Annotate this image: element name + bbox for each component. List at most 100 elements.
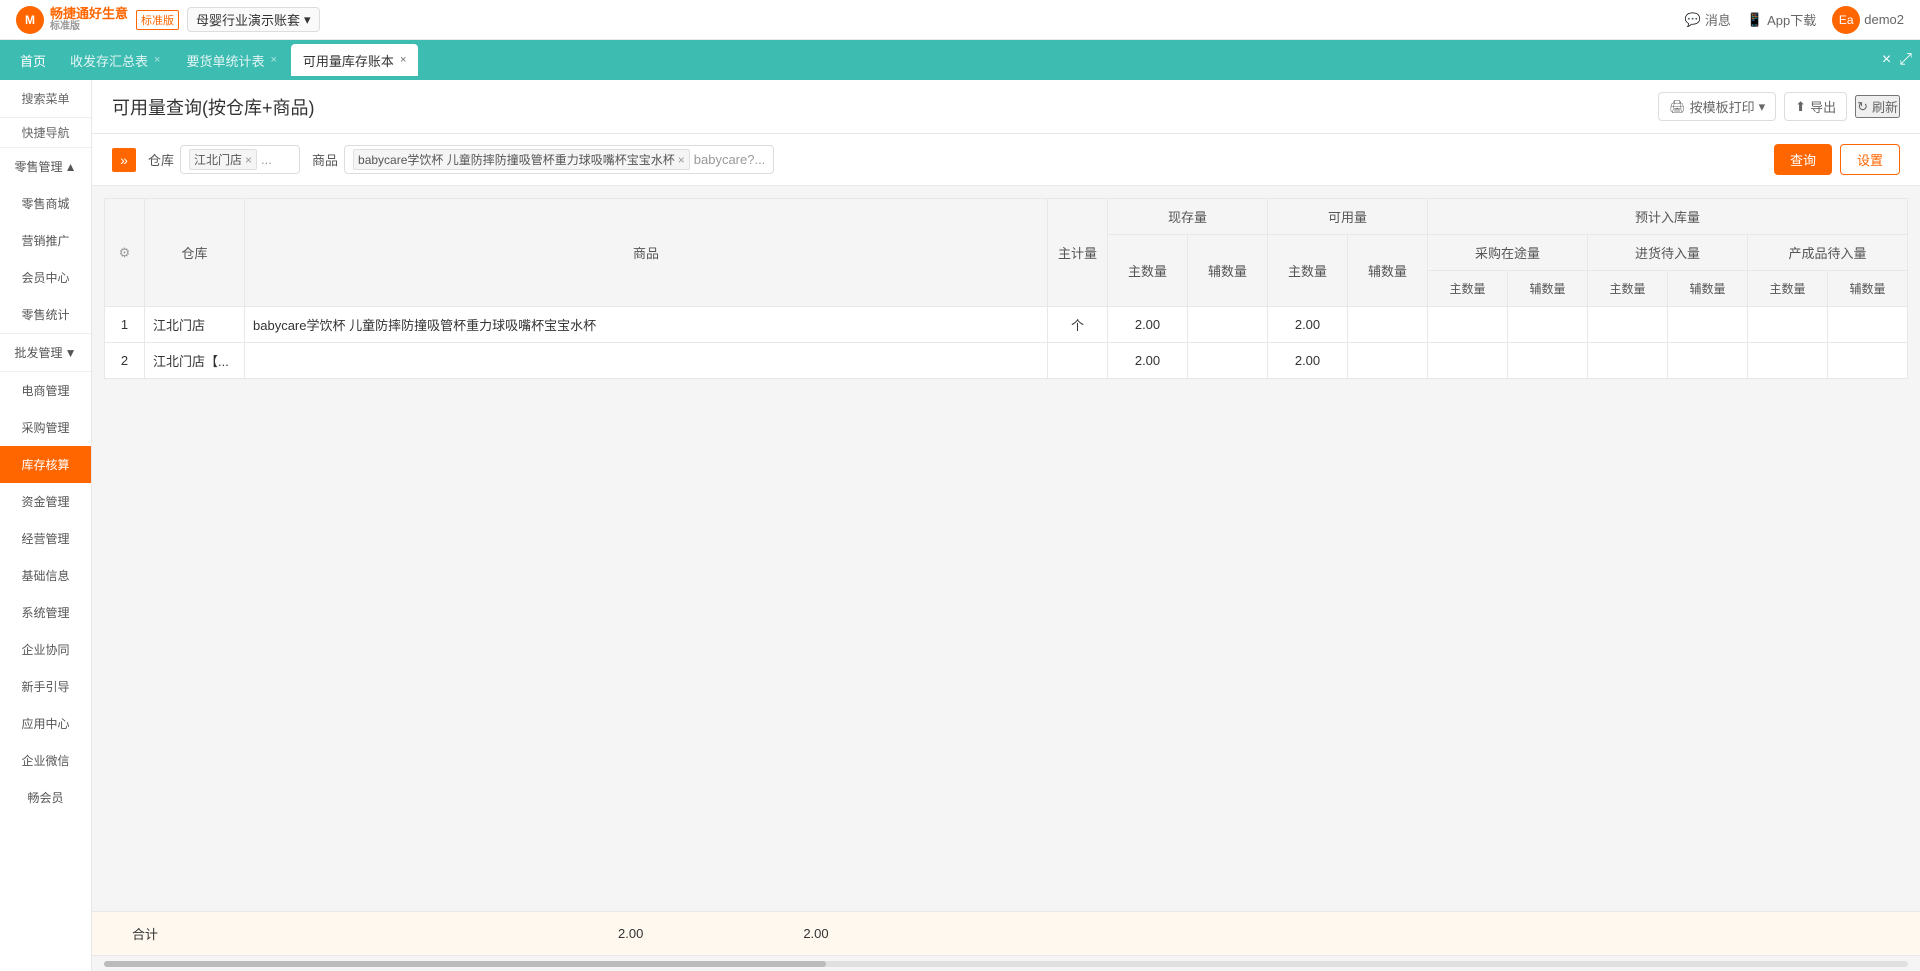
sidebar-item-member[interactable]: 会员中心	[0, 259, 91, 296]
sidebar-item-sys-mgmt[interactable]: 系统管理	[0, 594, 91, 631]
col-warehouse-header: 仓库	[145, 199, 245, 307]
sidebar-item-basic-info[interactable]: 基础信息	[0, 557, 91, 594]
sidebar-item-operation[interactable]: 经营管理	[0, 520, 91, 557]
product-tag: babycare学饮杯 儿童防摔防撞吸管杯重力球吸嘴杯宝宝水杯 ×	[353, 149, 690, 170]
footer-current-main: 2.00	[618, 926, 643, 941]
cell-current-sub	[1188, 343, 1268, 379]
username: demo2	[1864, 12, 1904, 27]
col-purchase-main: 主数量	[1428, 271, 1508, 307]
maximize-window-button[interactable]: ⤢	[1899, 51, 1912, 69]
sidebar-item-purchase[interactable]: 采购管理	[0, 409, 91, 446]
query-button[interactable]: 查询	[1774, 144, 1832, 175]
sidebar-section-retail: 零售管理 ▲ 零售商城 营销推广 会员中心 零售统计	[0, 148, 91, 334]
app-download-button[interactable]: 📱 App下载	[1747, 10, 1816, 29]
sidebar-item-enterprise[interactable]: 企业协同	[0, 631, 91, 668]
sidebar-item-inventory[interactable]: 库存核算	[0, 446, 91, 483]
industry-selector[interactable]: 母婴行业演示账套 ▾	[187, 7, 320, 32]
sidebar-quick-nav[interactable]: 快捷导航	[0, 118, 91, 148]
sidebar-item-ecommerce[interactable]: 电商管理	[0, 372, 91, 409]
sidebar-item-marketing[interactable]: 营销推广	[0, 222, 91, 259]
logo-main: 畅捷通好生意	[50, 6, 128, 22]
cell-inbound-main	[1588, 343, 1668, 379]
cell-warehouse: 江北门店	[145, 307, 245, 343]
sidebar-item-newbie[interactable]: 新手引导	[0, 668, 91, 705]
top-bar-left: M 畅捷通好生意 标准版 标准版 母婴行业演示账套 ▾	[16, 6, 320, 34]
cell-available-sub	[1348, 343, 1428, 379]
export-button[interactable]: ⬆ 导出	[1784, 92, 1847, 121]
logo-icon: M	[16, 6, 44, 34]
scrollbar-area[interactable]	[92, 955, 1920, 971]
cell-available-main: 2.00	[1268, 307, 1348, 343]
cell-current-sub	[1188, 307, 1268, 343]
close-icon[interactable]: ×	[270, 54, 276, 66]
sidebar-item-retail-stats[interactable]: 零售统计	[0, 296, 91, 333]
product-more[interactable]: babycare?...	[694, 152, 766, 167]
cell-available-sub	[1348, 307, 1428, 343]
sidebar-item-retail-mgmt[interactable]: 零售管理 ▲	[0, 148, 91, 185]
sidebar-item-retail-shop[interactable]: 零售商城	[0, 185, 91, 222]
nav-window-actions: × ⤢	[1882, 51, 1912, 69]
warehouse-tag-close[interactable]: ×	[245, 153, 252, 167]
product-filter-input[interactable]: babycare学饮杯 儿童防摔防撞吸管杯重力球吸嘴杯宝宝水杯 × babyca…	[344, 145, 774, 174]
avatar: Ea	[1832, 6, 1860, 34]
cell-available-main: 2.00	[1268, 343, 1348, 379]
cell-purchase-sub	[1508, 343, 1588, 379]
footer-total-label: 合计	[132, 924, 158, 943]
cell-current-main: 2.00	[1108, 307, 1188, 343]
logo-text: 畅捷通好生意 标准版	[50, 6, 128, 34]
chevron-down-icon: ▾	[1759, 99, 1766, 115]
sidebar-item-wholesale-mgmt[interactable]: 批发管理 ▼	[0, 334, 91, 371]
gear-icon[interactable]: ⚙	[119, 245, 131, 260]
close-icon[interactable]: ×	[154, 54, 160, 66]
warehouse-filter: 仓库 江北门店 × ...	[148, 145, 300, 174]
message-icon: 💬	[1685, 12, 1701, 28]
tab-order-stats[interactable]: 要货单统计表 ×	[174, 44, 288, 76]
setting-button[interactable]: 设置	[1840, 144, 1900, 175]
col-available-header: 可用量	[1268, 199, 1428, 235]
chevron-icon: ▲	[65, 160, 77, 174]
template-print-button[interactable]: 🖨 按模板打印 ▾	[1658, 92, 1776, 121]
scrollbar-track[interactable]	[104, 961, 1908, 967]
cell-production-main	[1748, 343, 1828, 379]
warehouse-more[interactable]: ...	[261, 152, 272, 167]
printer-icon: 🖨	[1669, 99, 1686, 115]
cell-inbound-main	[1588, 307, 1668, 343]
filter-toggle-button[interactable]: »	[112, 148, 136, 172]
sidebar-item-vip[interactable]: 畅会员	[0, 779, 91, 816]
message-button[interactable]: 💬 消息	[1685, 10, 1731, 29]
template-badge: 标准版	[136, 10, 179, 30]
sidebar-item-finance[interactable]: 资金管理	[0, 483, 91, 520]
col-purchase-sub: 辅数量	[1508, 271, 1588, 307]
user-menu[interactable]: Ea demo2	[1832, 6, 1904, 34]
col-gear-header[interactable]: ⚙	[105, 199, 145, 307]
sidebar-item-app-center[interactable]: 应用中心	[0, 705, 91, 742]
cell-index: 1	[105, 307, 145, 343]
tab-available-inventory[interactable]: 可用量库存账本 ×	[291, 44, 418, 76]
footer-available-main: 2.00	[803, 926, 828, 941]
cell-purchase-main	[1428, 307, 1508, 343]
close-icon[interactable]: ×	[400, 54, 406, 66]
cell-production-sub	[1828, 343, 1908, 379]
sidebar-section-wholesale: 批发管理 ▼	[0, 334, 91, 372]
tab-home[interactable]: 首页	[8, 51, 58, 70]
table-footer: 合计 2.00 2.00	[92, 911, 1920, 955]
col-unit-header: 主计量	[1048, 199, 1108, 307]
data-table: ⚙ 仓库 商品 主计量 现存量 可用量 预计入库量 主数量 辅数量	[104, 198, 1908, 379]
scrollbar-thumb[interactable]	[104, 961, 826, 967]
warehouse-filter-input[interactable]: 江北门店 × ...	[180, 145, 300, 174]
top-bar: M 畅捷通好生意 标准版 标准版 母婴行业演示账套 ▾ 💬 消息 📱 App下载…	[0, 0, 1920, 40]
col-inbound-sub: 辅数量	[1668, 271, 1748, 307]
tab-receivables[interactable]: 收发存汇总表 ×	[58, 44, 172, 76]
cell-unit	[1048, 343, 1108, 379]
sidebar-search[interactable]: 搜索菜单	[0, 80, 91, 118]
close-window-button[interactable]: ×	[1882, 51, 1891, 69]
sidebar-item-enterprise-wechat[interactable]: 企业微信	[0, 742, 91, 779]
tab-receivables-label: 收发存汇总表	[70, 51, 148, 70]
product-tag-close[interactable]: ×	[678, 153, 685, 167]
refresh-button[interactable]: ↻ 刷新	[1855, 95, 1900, 118]
cell-product: babycare学饮杯 儿童防摔防撞吸管杯重力球吸嘴杯宝宝水杯	[245, 307, 1048, 343]
col-product-header: 商品	[245, 199, 1048, 307]
cell-index: 2	[105, 343, 145, 379]
filter-bar: » 仓库 江北门店 × ... 商品 babycare学饮杯 儿童防摔防撞吸管杯…	[92, 134, 1920, 186]
warehouse-tag: 江北门店 ×	[189, 149, 257, 170]
